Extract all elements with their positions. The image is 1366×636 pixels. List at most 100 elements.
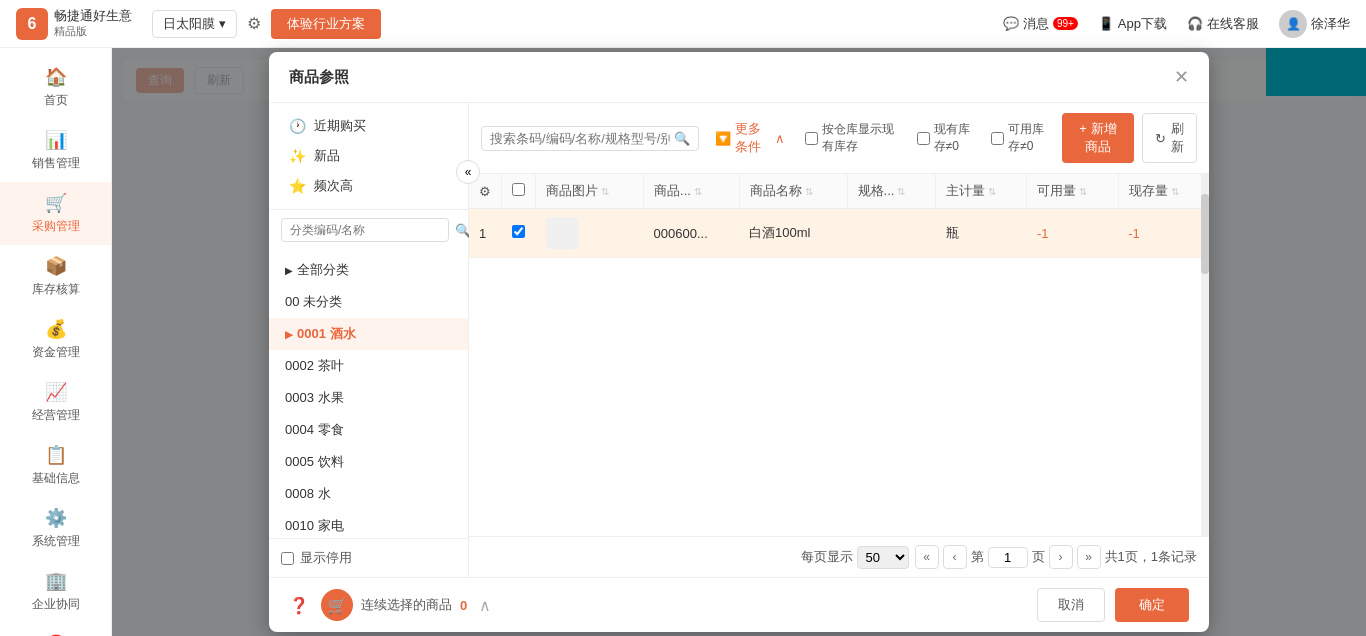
per-page-dropdown[interactable]: 50 10 20 100 <box>857 546 909 569</box>
first-page-button[interactable]: « <box>915 545 939 569</box>
filter-recent[interactable]: 🕐 近期购买 <box>281 111 456 141</box>
search-submit-icon[interactable]: 🔍 <box>674 131 690 146</box>
nav-selector[interactable]: 日太阳膜 ▾ <box>152 10 237 38</box>
user-nav[interactable]: 👤 徐泽华 <box>1279 10 1350 38</box>
sidebar-item-sales[interactable]: 📊 销售管理 <box>0 119 111 182</box>
category-0003[interactable]: 0003 水果 <box>269 382 468 414</box>
scroll-thumb[interactable] <box>1201 194 1209 274</box>
star-icon: ✨ <box>289 148 306 164</box>
filter-new[interactable]: ✨ 新品 <box>281 141 456 171</box>
prev-page-button[interactable]: ‹ <box>943 545 967 569</box>
add-product-button[interactable]: + 新增商品 <box>1062 113 1134 163</box>
nav-right: 💬 消息 99+ 📱 App下载 🎧 在线客服 👤 徐泽华 <box>1003 10 1350 38</box>
sidebar-item-guide[interactable]: 🎯 新手引导 <box>0 623 111 636</box>
filter-available-nonzero-checkbox[interactable]: 可用库存≠0 <box>991 121 1053 155</box>
category-all[interactable]: ▶ 全部分类 <box>269 254 468 286</box>
category-0005[interactable]: 0005 饮料 <box>269 446 468 478</box>
settings-icon[interactable]: ⚙ <box>247 14 261 33</box>
category-0001-label: 0001 酒水 <box>297 325 356 343</box>
brand: 6 畅捷通好生意 精品版 <box>16 8 132 40</box>
product-thumbnail <box>546 217 578 249</box>
select-all-checkbox[interactable] <box>512 183 525 196</box>
sidebar-enterprise-label: 企业协同 <box>32 596 80 613</box>
collapse-panel-button[interactable]: « <box>456 160 480 184</box>
try-industry-button[interactable]: 体验行业方案 <box>271 9 381 39</box>
category-search-input[interactable] <box>281 218 449 242</box>
operation-icon: 📈 <box>45 381 67 403</box>
quick-filters: 🕐 近期购买 ✨ 新品 ⭐ 频次高 <box>269 103 468 210</box>
refresh-button[interactable]: ↻ 刷新 <box>1142 113 1197 163</box>
filter-icon: 🔽 <box>715 131 731 146</box>
category-0010[interactable]: 0010 家电 <box>269 510 468 538</box>
cart-icon[interactable]: 🛒 <box>321 589 353 621</box>
col-available-label: 可用量 <box>1037 182 1076 200</box>
sort-name-icon: ⇅ <box>805 186 813 197</box>
app-download-nav[interactable]: 📱 App下载 <box>1098 15 1167 33</box>
category-0004[interactable]: 0004 零食 <box>269 414 468 446</box>
cart-label: 连续选择的商品 <box>361 596 452 614</box>
more-filter-button[interactable]: 🔽 更多条件 ∧ <box>707 116 793 160</box>
category-0008-label: 0008 水 <box>285 485 331 503</box>
category-0001[interactable]: ▶ 0001 酒水 <box>269 318 468 350</box>
sidebar-item-basic[interactable]: 📋 基础信息 <box>0 434 111 497</box>
show-disabled-label: 显示停用 <box>300 549 352 567</box>
filter-warehouse-input[interactable] <box>805 132 818 145</box>
messages-label: 消息 <box>1023 15 1049 33</box>
finance-icon: 💰 <box>45 318 67 340</box>
cart-area: 🛒 连续选择的商品 0 <box>321 589 467 621</box>
filter-stock-nonzero-checkbox[interactable]: 现有库存≠0 <box>917 121 979 155</box>
online-service-label: 在线客服 <box>1207 15 1259 33</box>
sidebar-item-inventory[interactable]: 📦 库存核算 <box>0 245 111 308</box>
filter-available-nonzero-input[interactable] <box>991 132 1004 145</box>
category-0008[interactable]: 0008 水 <box>269 478 468 510</box>
confirm-button[interactable]: 确定 <box>1115 588 1189 622</box>
chevron-up-icon: ∧ <box>775 131 785 146</box>
col-unit: 主计量 ⇅ <box>936 174 1027 209</box>
cell-checkbox[interactable] <box>502 209 536 258</box>
next-page-button[interactable]: › <box>1049 545 1073 569</box>
product-search-input[interactable] <box>490 131 670 146</box>
help-icon[interactable]: ❓ <box>289 596 309 615</box>
col-name-label: 商品名称 <box>750 182 802 200</box>
left-panel: 🕐 近期购买 ✨ 新品 ⭐ 频次高 <box>269 103 469 577</box>
avatar: 👤 <box>1279 10 1307 38</box>
row-checkbox[interactable] <box>512 225 525 238</box>
sort-available-icon: ⇅ <box>1079 186 1087 197</box>
home-icon: 🏠 <box>45 66 67 88</box>
app-download-label: App下载 <box>1118 15 1167 33</box>
avatar-icon: 👤 <box>1286 17 1301 31</box>
filter-stock-nonzero-input[interactable] <box>917 132 930 145</box>
page-number-input[interactable] <box>988 547 1028 568</box>
messages-nav[interactable]: 💬 消息 99+ <box>1003 15 1078 33</box>
category-0010-label: 0010 家电 <box>285 517 344 535</box>
product-table: ⚙ 商品图片 ⇅ <box>469 174 1209 258</box>
modal-footer: ❓ 🛒 连续选择的商品 0 ∧ 取消 确定 <box>269 577 1209 632</box>
table-row[interactable]: 1 000600... 白酒100ml 瓶 <box>469 209 1209 258</box>
table-header-row: ⚙ 商品图片 ⇅ <box>469 174 1209 209</box>
modal-title: 商品参照 <box>289 68 349 87</box>
category-00[interactable]: 00 未分类 <box>269 286 468 318</box>
filter-warehouse-checkbox[interactable]: 按仓库显示现有库存 <box>805 121 905 155</box>
col-spec-label: 规格... <box>858 182 895 200</box>
sidebar-item-system[interactable]: ⚙️ 系统管理 <box>0 497 111 560</box>
cancel-button[interactable]: 取消 <box>1037 588 1105 622</box>
filter-frequent-label: 频次高 <box>314 177 353 195</box>
category-0002[interactable]: 0002 茶叶 <box>269 350 468 382</box>
collapse-footer-icon[interactable]: ∧ <box>479 596 491 615</box>
sidebar-item-home[interactable]: 🏠 首页 <box>0 56 111 119</box>
sidebar-item-operation[interactable]: 📈 经营管理 <box>0 371 111 434</box>
page-suffix: 页 <box>1032 548 1045 566</box>
scroll-track[interactable] <box>1201 174 1209 536</box>
sidebar-item-purchase[interactable]: 🛒 采购管理 <box>0 182 111 245</box>
online-service-nav[interactable]: 🎧 在线客服 <box>1187 15 1259 33</box>
cell-num: 1 <box>469 209 502 258</box>
filter-frequent[interactable]: ⭐ 频次高 <box>281 171 456 201</box>
enterprise-icon: 🏢 <box>45 570 67 592</box>
top-nav: 6 畅捷通好生意 精品版 日太阳膜 ▾ ⚙ 体验行业方案 💬 消息 99+ 📱 … <box>0 0 1366 48</box>
last-page-button[interactable]: » <box>1077 545 1101 569</box>
sidebar-item-finance[interactable]: 💰 资金管理 <box>0 308 111 371</box>
show-disabled-checkbox[interactable] <box>281 552 294 565</box>
close-icon[interactable]: ✕ <box>1174 66 1189 88</box>
sidebar-item-enterprise[interactable]: 🏢 企业协同 <box>0 560 111 623</box>
nav-selector-text: 日太阳膜 <box>163 15 215 33</box>
